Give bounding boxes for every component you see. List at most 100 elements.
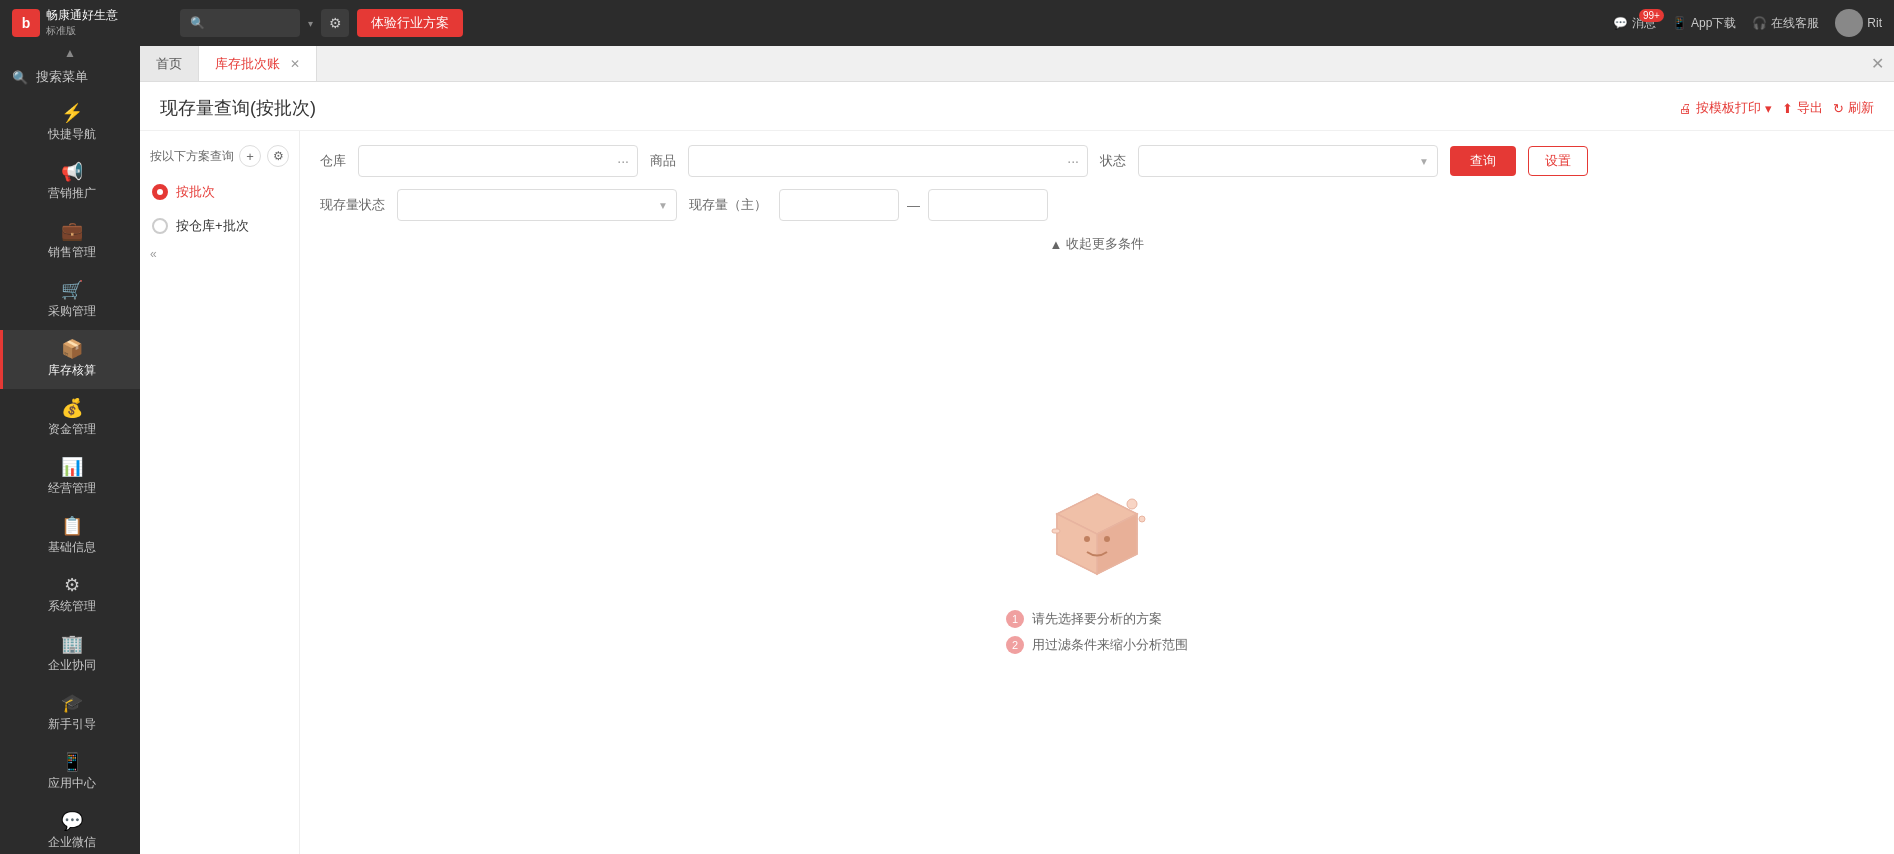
warehouse-more-icon[interactable]: ···	[617, 153, 629, 169]
collapse-panel-button[interactable]: «	[140, 243, 299, 265]
sidebar-item-sales[interactable]: 💼 销售管理	[0, 212, 140, 271]
wechat-icon: 💬	[61, 812, 83, 830]
export-button[interactable]: ⬆ 导出	[1782, 99, 1823, 117]
sidebar-label-marketing: 营销推广	[48, 185, 96, 202]
scheme-dot-active	[152, 184, 168, 200]
product-more-icon[interactable]: ···	[1067, 153, 1079, 169]
sidebar-item-basics[interactable]: 📋 基础信息	[0, 507, 140, 566]
sidebar-item-quick-nav[interactable]: ⚡ 快捷导航	[0, 94, 140, 153]
product-filter-label: 商品	[650, 152, 676, 170]
page-header: 现存量查询(按批次) 🖨 按模板打印 ▾ ⬆ 导出 ↻ 刷新	[140, 82, 1894, 131]
query-button[interactable]: 查询	[1450, 146, 1516, 176]
filter-settings-button[interactable]: 设置	[1528, 146, 1588, 176]
sidebar-scroll-up[interactable]: ▲	[0, 46, 140, 60]
empty-state: 1 请先选择要分析的方案 2 用过滤条件来缩小分析范围	[1006, 474, 1188, 654]
qty-range: —	[779, 189, 1048, 221]
right-panel: 仓库 ··· 商品 ··· 状态	[300, 131, 1894, 854]
scheme-title: 按以下方案查询	[150, 148, 234, 165]
svg-point-5	[1104, 536, 1110, 542]
empty-illustration	[1037, 474, 1157, 594]
sidebar-label-app-center: 应用中心	[48, 775, 96, 792]
sidebar-item-inventory[interactable]: 📦 库存核算	[0, 330, 140, 389]
building-icon: 🏢	[61, 635, 83, 653]
qty-max-input[interactable]	[928, 189, 1048, 221]
sidebar-item-operations[interactable]: 📊 经营管理	[0, 448, 140, 507]
messages-button[interactable]: 💬 消息 99+	[1613, 15, 1656, 32]
filter-row-1: 仓库 ··· 商品 ··· 状态	[320, 145, 1874, 177]
scheme-item-by-batch[interactable]: 按批次	[140, 175, 299, 209]
scheme-label-by-warehouse-batch: 按仓库+批次	[176, 217, 249, 235]
header-search-bar[interactable]: 🔍	[180, 9, 300, 37]
tab-bar: 首页 库存批次账 ✕ ✕	[140, 46, 1894, 82]
warehouse-filter-input[interactable]: ···	[358, 145, 638, 177]
status-filter-select[interactable]: ▼	[1138, 145, 1438, 177]
chart-icon: 📊	[61, 458, 83, 476]
headset-icon: 🎧	[1752, 16, 1767, 30]
collapse-filter-button[interactable]: ▲ 收起更多条件	[320, 229, 1874, 259]
trial-button[interactable]: 体验行业方案	[357, 9, 463, 37]
scheme-dot-inactive	[152, 218, 168, 234]
collapse-filter-label: 收起更多条件	[1066, 235, 1144, 253]
tab-home[interactable]: 首页	[140, 46, 199, 81]
mobile-icon: 📱	[61, 753, 83, 771]
user-area[interactable]: Rit	[1835, 9, 1882, 37]
filter-panel: 仓库 ··· 商品 ··· 状态	[300, 131, 1894, 273]
scheme-dot-inner	[157, 189, 163, 195]
page-title: 现存量查询(按批次)	[160, 96, 316, 120]
app-download-label: App下载	[1691, 15, 1736, 32]
online-service-label: 在线客服	[1771, 15, 1819, 32]
refresh-button[interactable]: ↻ 刷新	[1833, 99, 1874, 117]
sidebar-item-marketing[interactable]: 📢 营销推广	[0, 153, 140, 212]
tab-close-icon[interactable]: ✕	[290, 57, 300, 71]
inventory-status-select[interactable]: ▼	[397, 189, 677, 221]
sidebar-item-finance[interactable]: 💰 资金管理	[0, 389, 140, 448]
messages-badge: 99+	[1639, 9, 1664, 22]
header-gear-button[interactable]: ⚙	[321, 9, 349, 37]
sidebar-item-enterprise[interactable]: 🏢 企业协同	[0, 625, 140, 684]
sidebar-search-icon: 🔍	[12, 70, 28, 85]
print-dropdown-icon[interactable]: ▾	[1765, 101, 1772, 116]
megaphone-icon: 📢	[61, 163, 83, 181]
edit-scheme-button[interactable]: ⚙	[267, 145, 289, 167]
main-body: 按以下方案查询 + ⚙ 按批次 按仓库+批次	[140, 131, 1894, 854]
print-template-button[interactable]: 🖨 按模板打印 ▾	[1679, 99, 1772, 117]
refresh-label: 刷新	[1848, 99, 1874, 117]
empty-tips: 1 请先选择要分析的方案 2 用过滤条件来缩小分析范围	[1006, 610, 1188, 654]
export-icon: ⬆	[1782, 101, 1793, 116]
sidebar-search-label: 搜索菜单	[36, 68, 88, 86]
sidebar-search[interactable]: 🔍 搜索菜单	[0, 60, 140, 94]
print-icon: 🖨	[1679, 101, 1692, 116]
status-dropdown-icon: ▼	[1419, 156, 1429, 167]
money-icon: 💰	[61, 399, 83, 417]
data-area: 1 请先选择要分析的方案 2 用过滤条件来缩小分析范围	[300, 273, 1894, 854]
header-dropdown-icon[interactable]: ▾	[308, 18, 313, 29]
sidebar-label-operations: 经营管理	[48, 480, 96, 497]
sidebar-label-purchase: 采购管理	[48, 303, 96, 320]
svg-point-7	[1139, 516, 1145, 522]
main-layout: ▲ 🔍 搜索菜单 ⚡ 快捷导航 📢 营销推广 💼 销售管理 🛒 采购管理 📦 库…	[0, 46, 1894, 854]
app-download-button[interactable]: 📱 App下载	[1672, 15, 1736, 32]
tab-inventory-batch-label: 库存批次账	[215, 55, 280, 73]
tab-inventory-batch[interactable]: 库存批次账 ✕	[199, 46, 317, 81]
scheme-actions: + ⚙	[239, 145, 289, 167]
tip-number-2: 2	[1006, 636, 1024, 654]
tab-panel-close[interactable]: ✕	[1861, 46, 1894, 81]
product-filter-input[interactable]: ···	[688, 145, 1088, 177]
app-name: 畅康通好生意	[46, 8, 118, 24]
sidebar-item-system[interactable]: ⚙ 系统管理	[0, 566, 140, 625]
inventory-status-dropdown-icon: ▼	[658, 200, 668, 211]
add-scheme-button[interactable]: +	[239, 145, 261, 167]
inventory-qty-label: 现存量（主）	[689, 196, 767, 214]
qty-min-input[interactable]	[779, 189, 899, 221]
sidebar-item-wechat[interactable]: 💬 企业微信	[0, 802, 140, 854]
header-mid: 🔍 ▾ ⚙ 体验行业方案	[160, 9, 1605, 37]
user-name: Rit	[1867, 16, 1882, 30]
sidebar-label-inventory: 库存核算	[48, 362, 96, 379]
sidebar-item-purchase[interactable]: 🛒 采购管理	[0, 271, 140, 330]
sidebar-item-newbie[interactable]: 🎓 新手引导	[0, 684, 140, 743]
scheme-item-by-warehouse-batch[interactable]: 按仓库+批次	[140, 209, 299, 243]
sidebar-item-app-center[interactable]: 📱 应用中心	[0, 743, 140, 802]
collapse-up-icon: ▲	[1050, 237, 1063, 252]
page-content: 现存量查询(按批次) 🖨 按模板打印 ▾ ⬆ 导出 ↻ 刷新	[140, 82, 1894, 854]
online-service-button[interactable]: 🎧 在线客服	[1752, 15, 1819, 32]
